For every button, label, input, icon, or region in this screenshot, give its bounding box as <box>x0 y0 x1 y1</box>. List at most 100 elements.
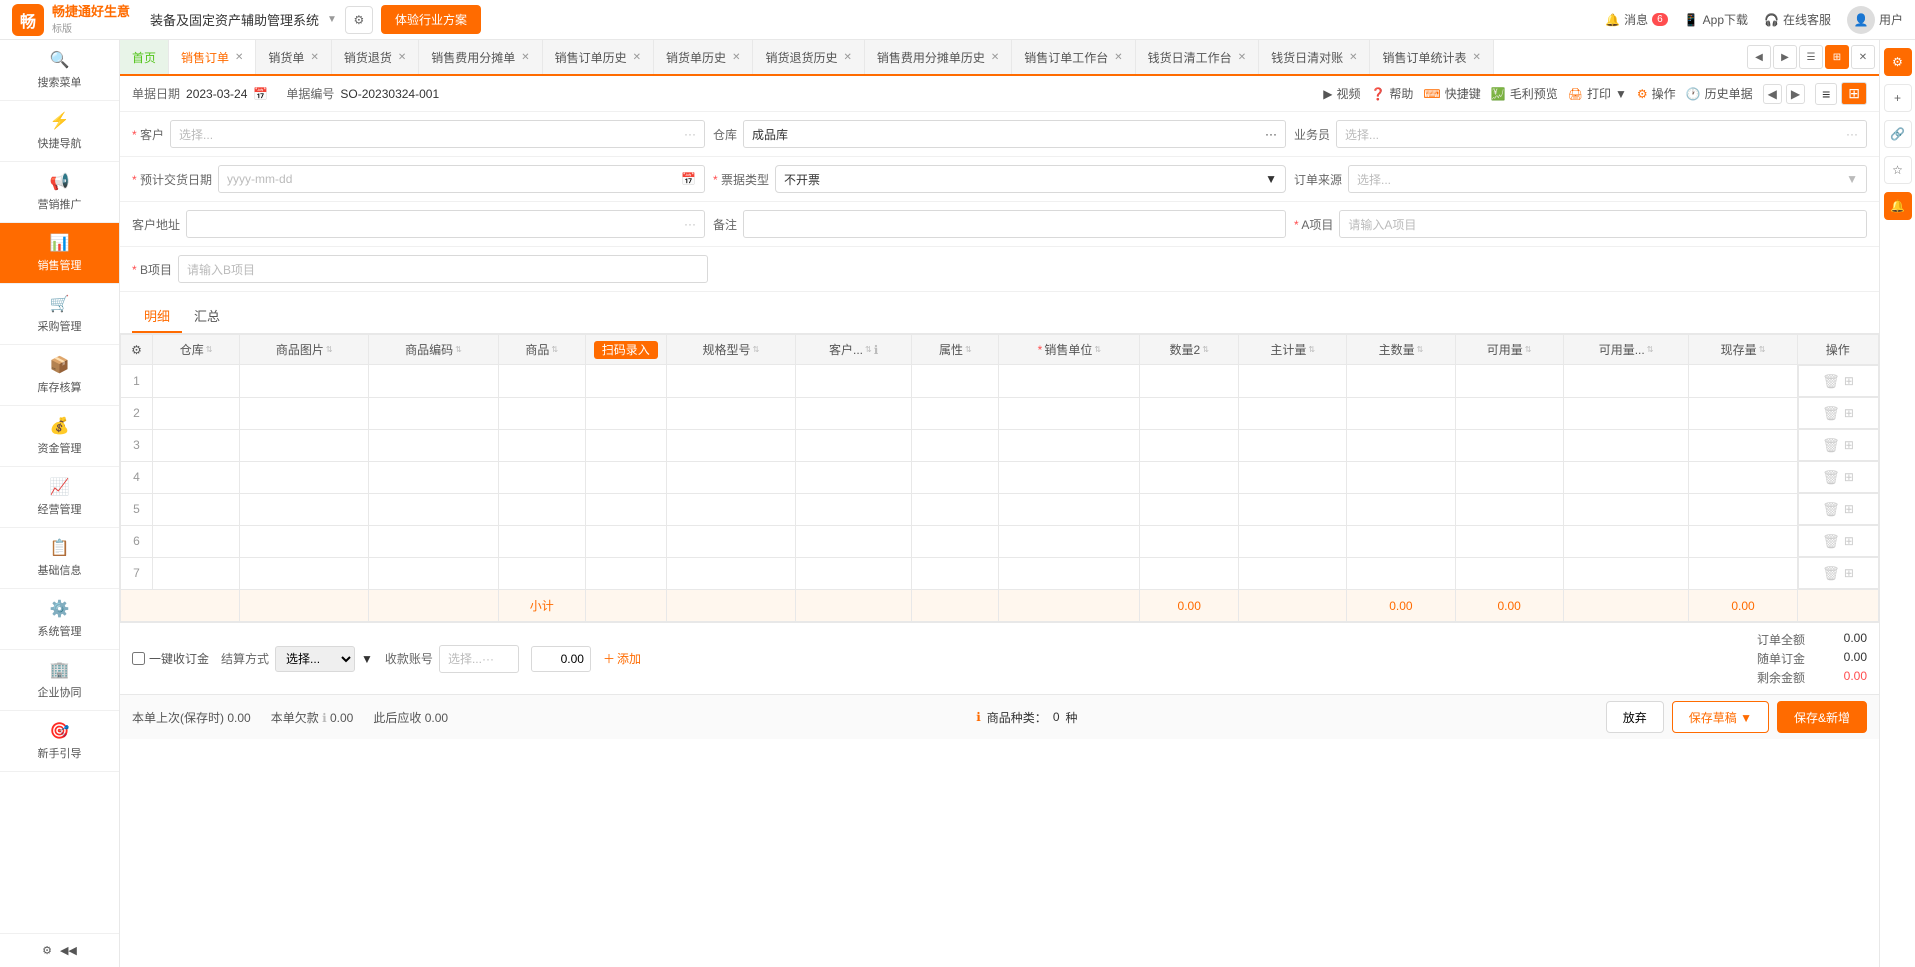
project-b-input[interactable]: 请输入B项目 <box>178 255 708 283</box>
tab-sales-return-history[interactable]: 销货单历史 ✕ <box>654 40 753 75</box>
sidebar-item-search[interactable]: 🔍 搜索菜单 <box>0 40 119 101</box>
tab-sales-order-history[interactable]: 销售订单历史 ✕ <box>543 40 654 75</box>
col-customer-code[interactable]: 客户...⇅ℹ <box>796 335 912 365</box>
payment-method-select[interactable]: 选择... <box>275 646 355 672</box>
tab-close-sales-order[interactable]: ✕ <box>235 52 243 63</box>
grid-view-btn[interactable]: ⊞ <box>1841 82 1867 105</box>
discard-button[interactable]: 放弃 <box>1606 701 1664 733</box>
history-btn[interactable]: 🕐 历史单据 <box>1686 85 1753 102</box>
tab-close-sales-order-history[interactable]: ✕ <box>633 52 641 63</box>
settings-bottom-icon[interactable]: ⚙ <box>42 944 52 957</box>
tab-sales-return-goods-history[interactable]: 销货退货历史 ✕ <box>753 40 864 75</box>
tab-close-sales-return-history[interactable]: ✕ <box>732 52 740 63</box>
col-available[interactable]: 可用量⇅ <box>1455 335 1563 365</box>
system-dropdown-icon[interactable]: ▼ <box>327 14 337 25</box>
sidebar-item-system[interactable]: ⚙️ 系统管理 <box>0 589 119 650</box>
remark-input[interactable] <box>743 210 1286 238</box>
view-video-btn[interactable]: ▶ 视频 <box>1323 85 1360 102</box>
operation-btn[interactable]: ⚙ 操作 <box>1637 85 1676 102</box>
deposit-amount-input[interactable] <box>531 646 591 672</box>
one-key-checkbox-input[interactable] <box>132 652 145 665</box>
col-main-qty[interactable]: 主数量⇅ <box>1347 335 1455 365</box>
copy-row-6-btn[interactable]: ⊞ <box>1844 534 1854 548</box>
debit-info-icon[interactable]: ℹ <box>322 711 327 725</box>
sidebar-item-basic-info[interactable]: 📋 基础信息 <box>0 528 119 589</box>
profit-btn[interactable]: 💹 毛利预览 <box>1491 85 1558 102</box>
tab-cash-daily-reconcile[interactable]: 钱货日清对账 ✕ <box>1259 40 1370 75</box>
sidebar-item-marketing[interactable]: 📢 营销推广 <box>0 162 119 223</box>
help-btn[interactable]: ❓ 帮助 <box>1370 85 1413 102</box>
tab-close-sales-return-goods-history[interactable]: ✕ <box>843 52 851 63</box>
warehouse-input[interactable]: 成品库 ··· <box>743 120 1286 148</box>
delete-row-3-btn[interactable]: 🗑 <box>1822 437 1840 454</box>
tab-home[interactable]: 首页 <box>120 40 169 75</box>
online-service-button[interactable]: 🎧 在线客服 <box>1764 11 1831 28</box>
sidebar-item-operations[interactable]: 📈 经营管理 <box>0 467 119 528</box>
col-warehouse[interactable]: 仓库⇅ <box>153 335 240 365</box>
delete-row-1-btn[interactable]: 🗑 <box>1822 373 1840 390</box>
tab-close-sales-fee-split[interactable]: ✕ <box>521 52 529 63</box>
copy-row-2-btn[interactable]: ⊞ <box>1844 406 1854 420</box>
tab-layout-btn[interactable]: ⊞ <box>1825 45 1849 69</box>
col-product-code[interactable]: 商品编码⇅ <box>369 335 498 365</box>
col-available2[interactable]: 可用量...⇅ <box>1563 335 1689 365</box>
tab-sales-return-goods[interactable]: 销货退货 ✕ <box>332 40 419 75</box>
col-main-unit[interactable]: 主计量⇅ <box>1239 335 1347 365</box>
sidebar-item-enterprise[interactable]: 🏢 企业协同 <box>0 650 119 711</box>
notice-button[interactable]: 🔔 消息 6 <box>1605 11 1668 28</box>
link-icon-btn[interactable]: 🔗 <box>1884 120 1912 148</box>
delete-row-7-btn[interactable]: 🗑 <box>1822 565 1840 582</box>
sidebar-item-guide[interactable]: 🎯 新手引导 <box>0 711 119 772</box>
col-product[interactable]: 商品⇅ <box>498 335 585 365</box>
tab-sales-order[interactable]: 销售订单 ✕ <box>169 40 256 76</box>
date-picker-icon[interactable]: 📅 <box>681 172 696 186</box>
staff-input[interactable]: 选择... ··· <box>1336 120 1867 148</box>
tab-sales-fee-split-history[interactable]: 销售费用分摊单历史 ✕ <box>865 40 1012 75</box>
project-a-input[interactable]: 请输入A项目 <box>1339 210 1867 238</box>
tab-next-btn[interactable]: ▶ <box>1773 45 1797 69</box>
save-new-button[interactable]: 保存&新增 <box>1777 701 1867 733</box>
tab-prev-btn[interactable]: ◀ <box>1747 45 1771 69</box>
col-spec[interactable]: 规格型号⇅ <box>666 335 795 365</box>
tab-close-sales-fee-split-history[interactable]: ✕ <box>991 52 999 63</box>
copy-row-4-btn[interactable]: ⊞ <box>1844 470 1854 484</box>
app-download-button[interactable]: 📱 App下载 <box>1684 11 1748 28</box>
shortcut-btn[interactable]: ⌨ 快捷键 <box>1423 85 1480 102</box>
order-source-input[interactable]: 选择... ▼ <box>1348 165 1867 193</box>
sidebar-item-quick-nav[interactable]: ⚡ 快捷导航 <box>0 101 119 162</box>
calendar-icon[interactable]: 📅 <box>253 87 268 101</box>
customer-input[interactable]: 选择... ··· <box>170 120 705 148</box>
tab-close-all-btn[interactable]: ✕ <box>1851 45 1875 69</box>
tab-close-sales-return-goods[interactable]: ✕ <box>398 52 406 63</box>
one-key-payment-checkbox[interactable]: 一键收订金 <box>132 650 209 667</box>
sidebar-item-finance[interactable]: 💰 资金管理 <box>0 406 119 467</box>
add-attachment-btn[interactable]: + <box>1884 84 1912 112</box>
sidebar-item-inventory[interactable]: 📦 库存核算 <box>0 345 119 406</box>
col-setting[interactable]: ⚙ <box>121 335 153 365</box>
tab-menu-btn[interactable]: ☰ <box>1799 45 1823 69</box>
next-record-btn[interactable]: ▶ <box>1786 84 1805 104</box>
tab-close-cash-daily-reconcile[interactable]: ✕ <box>1349 52 1357 63</box>
tab-close-sales-return[interactable]: ✕ <box>310 52 318 63</box>
invoice-type-select[interactable]: 不开票 ▼ <box>775 165 1286 193</box>
account-input[interactable]: 选择... ··· <box>439 645 519 673</box>
detail-tab-summary[interactable]: 汇总 <box>182 300 232 333</box>
print-btn[interactable]: 🖨 打印 ▼ <box>1568 85 1627 102</box>
tab-sales-return[interactable]: 销货单 ✕ <box>256 40 331 75</box>
user-menu[interactable]: 👤 用户 <box>1847 6 1903 34</box>
copy-row-1-btn[interactable]: ⊞ <box>1844 374 1854 388</box>
prev-record-btn[interactable]: ◀ <box>1763 84 1782 104</box>
sidebar-item-purchase[interactable]: 🛒 采购管理 <box>0 284 119 345</box>
product-type-icon[interactable]: ℹ <box>976 710 981 724</box>
customer-address-input[interactable]: ··· <box>186 210 705 238</box>
collapse-sidebar-btn[interactable]: ◀◀ <box>60 944 77 957</box>
tab-close-sales-order-workbench[interactable]: ✕ <box>1114 52 1122 63</box>
detail-tab-detail[interactable]: 明细 <box>132 300 182 333</box>
tab-sales-fee-split[interactable]: 销售费用分摊单 ✕ <box>419 40 542 75</box>
col-stock[interactable]: 现存量⇅ <box>1689 335 1797 365</box>
delivery-date-input[interactable]: yyyy-mm-dd 📅 <box>218 165 705 193</box>
col-quantity2[interactable]: 数量2⇅ <box>1140 335 1239 365</box>
settings-panel-btn[interactable]: ⚙ <box>1884 48 1912 76</box>
star-btn[interactable]: ☆ <box>1884 156 1912 184</box>
delete-row-6-btn[interactable]: 🗑 <box>1822 533 1840 550</box>
